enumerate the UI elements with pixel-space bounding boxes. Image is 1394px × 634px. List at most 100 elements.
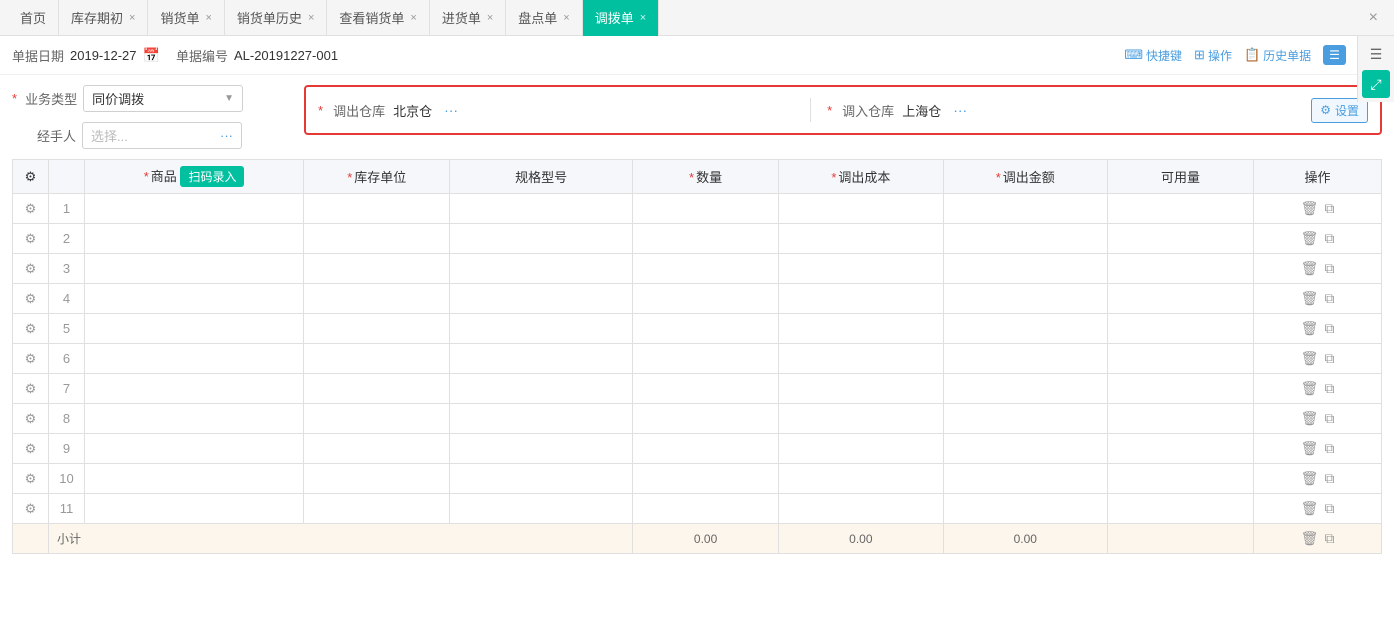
table-row: ⚙ 5 🗑 ⧉ bbox=[13, 314, 1382, 344]
gear-icon-row: ⚙ bbox=[25, 261, 37, 276]
subtotal-amount: 0.00 bbox=[943, 524, 1107, 554]
tab-inventory-init[interactable]: 库存期初 × bbox=[59, 0, 148, 36]
gear-icon-row: ⚙ bbox=[25, 381, 37, 396]
main-table: ⚙ *商品 扫码录入 *库存单位 规格型号 *数量 *调出成本 * bbox=[12, 159, 1382, 554]
row-settings-9[interactable]: ⚙ bbox=[13, 434, 49, 464]
gear-icon-row: ⚙ bbox=[25, 441, 37, 456]
tab-transfer[interactable]: 调拨单 × bbox=[583, 0, 659, 36]
row-settings-7[interactable]: ⚙ bbox=[13, 374, 49, 404]
table-row: ⚙ 1 🗑 ⧉ bbox=[13, 194, 1382, 224]
tab-stocktake[interactable]: 盘点单 × bbox=[506, 0, 582, 36]
row-num-5: 5 bbox=[49, 314, 85, 344]
table-row: ⚙ 9 🗑 ⧉ bbox=[13, 434, 1382, 464]
warehouse-in-required: * bbox=[827, 103, 832, 118]
table-row: ⚙ 8 🗑 ⧉ bbox=[13, 404, 1382, 434]
tab-close-inventory-init[interactable]: × bbox=[129, 12, 135, 24]
tab-home[interactable]: 首页 bbox=[8, 0, 59, 36]
copy-icon-5[interactable]: ⧉ bbox=[1324, 320, 1334, 337]
delete-icon-11[interactable]: 🗑 bbox=[1301, 500, 1319, 517]
warehouse-box: * 调出仓库 北京仓 ··· * 调入仓库 上海仓 ··· ⚙ 设置 bbox=[304, 85, 1382, 135]
tab-view-sales[interactable]: 查看销货单 × bbox=[327, 0, 429, 36]
row-num-9: 9 bbox=[49, 434, 85, 464]
gear-icon-row: ⚙ bbox=[25, 231, 37, 246]
tab-purchase[interactable]: 进货单 × bbox=[430, 0, 506, 36]
copy-icon-6[interactable]: ⧉ bbox=[1324, 350, 1334, 367]
row-settings-2[interactable]: ⚙ bbox=[13, 224, 49, 254]
shortcut-btn[interactable]: ⌨ 快捷键 bbox=[1124, 47, 1182, 64]
tab-sales-order[interactable]: 销货单 × bbox=[148, 0, 224, 36]
warehouse-in-more[interactable]: ··· bbox=[949, 102, 971, 118]
row-settings-1[interactable]: ⚙ bbox=[13, 194, 49, 224]
delete-icon-1[interactable]: 🗑 bbox=[1301, 200, 1319, 217]
col-header-spec: 规格型号 bbox=[450, 160, 633, 194]
sidebar-list-icon[interactable]: ☰ bbox=[1362, 40, 1390, 68]
copy-icon-3[interactable]: ⧉ bbox=[1324, 260, 1334, 277]
subtotal-label: 小计 bbox=[49, 524, 633, 554]
gear-icon-row: ⚙ bbox=[25, 201, 37, 216]
subtotal-qty: 0.00 bbox=[633, 524, 779, 554]
tab-sales-history[interactable]: 销货单历史 × bbox=[225, 0, 327, 36]
chevron-down-icon: ▼ bbox=[224, 93, 234, 104]
tab-close-sales-order[interactable]: × bbox=[205, 12, 211, 24]
biz-type-required: * bbox=[12, 91, 17, 106]
col-header-op: 操作 bbox=[1254, 160, 1382, 194]
tab-close-stocktake[interactable]: × bbox=[563, 12, 569, 24]
copy-icon-2[interactable]: ⧉ bbox=[1324, 230, 1334, 247]
delete-icon-6[interactable]: 🗑 bbox=[1301, 350, 1319, 367]
subtotal-cost: 0.00 bbox=[779, 524, 943, 554]
subtotal-copy-icon[interactable]: ⧉ bbox=[1324, 530, 1334, 547]
handler-select[interactable]: 选择... ··· bbox=[82, 122, 242, 149]
row-settings-11[interactable]: ⚙ bbox=[13, 494, 49, 524]
sidebar-expand-icon[interactable]: ⤢ bbox=[1362, 70, 1390, 98]
layout-icon: ☰ bbox=[1329, 48, 1340, 62]
col-header-settings[interactable]: ⚙ bbox=[13, 160, 49, 194]
delete-icon-2[interactable]: 🗑 bbox=[1301, 230, 1319, 247]
right-sidebar: ☰ ⤢ bbox=[1357, 36, 1394, 102]
row-settings-3[interactable]: ⚙ bbox=[13, 254, 49, 284]
delete-icon-5[interactable]: 🗑 bbox=[1301, 320, 1319, 337]
biz-type-select[interactable]: 同价调拨 ▼ bbox=[83, 85, 243, 112]
ops-btn[interactable]: ⊞ 操作 bbox=[1194, 47, 1232, 64]
copy-icon-8[interactable]: ⧉ bbox=[1324, 410, 1334, 427]
tab-close-sales-history[interactable]: × bbox=[308, 12, 314, 24]
row-settings-5[interactable]: ⚙ bbox=[13, 314, 49, 344]
tab-bar-close-all[interactable]: × bbox=[1361, 9, 1386, 27]
tab-close-purchase[interactable]: × bbox=[487, 12, 493, 24]
row-settings-10[interactable]: ⚙ bbox=[13, 464, 49, 494]
row-num-8: 8 bbox=[49, 404, 85, 434]
row-num-11: 11 bbox=[49, 494, 85, 524]
gear-icon-row: ⚙ bbox=[25, 411, 37, 426]
table-row: ⚙ 10 🗑 ⧉ bbox=[13, 464, 1382, 494]
copy-icon-7[interactable]: ⧉ bbox=[1324, 380, 1334, 397]
gear-icon-row: ⚙ bbox=[25, 351, 37, 366]
copy-icon-9[interactable]: ⧉ bbox=[1324, 440, 1334, 457]
gear-icon: ⚙ bbox=[1320, 103, 1331, 117]
gear-icon-row: ⚙ bbox=[25, 321, 37, 336]
copy-icon-4[interactable]: ⧉ bbox=[1324, 290, 1334, 307]
copy-icon-1[interactable]: ⧉ bbox=[1324, 200, 1334, 217]
copy-icon-10[interactable]: ⧉ bbox=[1324, 470, 1334, 487]
row-settings-8[interactable]: ⚙ bbox=[13, 404, 49, 434]
calendar-icon[interactable]: 📅 bbox=[143, 47, 160, 64]
warehouse-out-more[interactable]: ··· bbox=[440, 102, 462, 118]
table-row: ⚙ 6 🗑 ⧉ bbox=[13, 344, 1382, 374]
delete-icon-3[interactable]: 🗑 bbox=[1301, 260, 1319, 277]
delete-icon-4[interactable]: 🗑 bbox=[1301, 290, 1319, 307]
delete-icon-9[interactable]: 🗑 bbox=[1301, 440, 1319, 457]
col-header-unit: *库存单位 bbox=[304, 160, 450, 194]
subtotal-delete-icon[interactable]: 🗑 bbox=[1301, 530, 1319, 547]
keyboard-icon: ⌨ bbox=[1124, 47, 1143, 63]
tab-close-view-sales[interactable]: × bbox=[410, 12, 416, 24]
delete-icon-10[interactable]: 🗑 bbox=[1301, 470, 1319, 487]
delete-icon-8[interactable]: 🗑 bbox=[1301, 410, 1319, 427]
tab-close-transfer[interactable]: × bbox=[640, 12, 646, 24]
form-left: * 业务类型 同价调拨 ▼ 经手人 选择... ··· bbox=[12, 85, 292, 149]
scan-input-btn[interactable]: 扫码录入 bbox=[180, 166, 244, 187]
delete-icon-7[interactable]: 🗑 bbox=[1301, 380, 1319, 397]
toolbar: 单据日期 2019-12-27 📅 单据编号 AL-20191227-001 ⌨… bbox=[0, 36, 1394, 75]
row-settings-4[interactable]: ⚙ bbox=[13, 284, 49, 314]
history-btn[interactable]: 📋 历史单据 bbox=[1244, 47, 1311, 64]
row-settings-6[interactable]: ⚙ bbox=[13, 344, 49, 374]
copy-icon-11[interactable]: ⧉ bbox=[1324, 500, 1334, 517]
layout-switch-btn[interactable]: ☰ bbox=[1323, 45, 1346, 65]
